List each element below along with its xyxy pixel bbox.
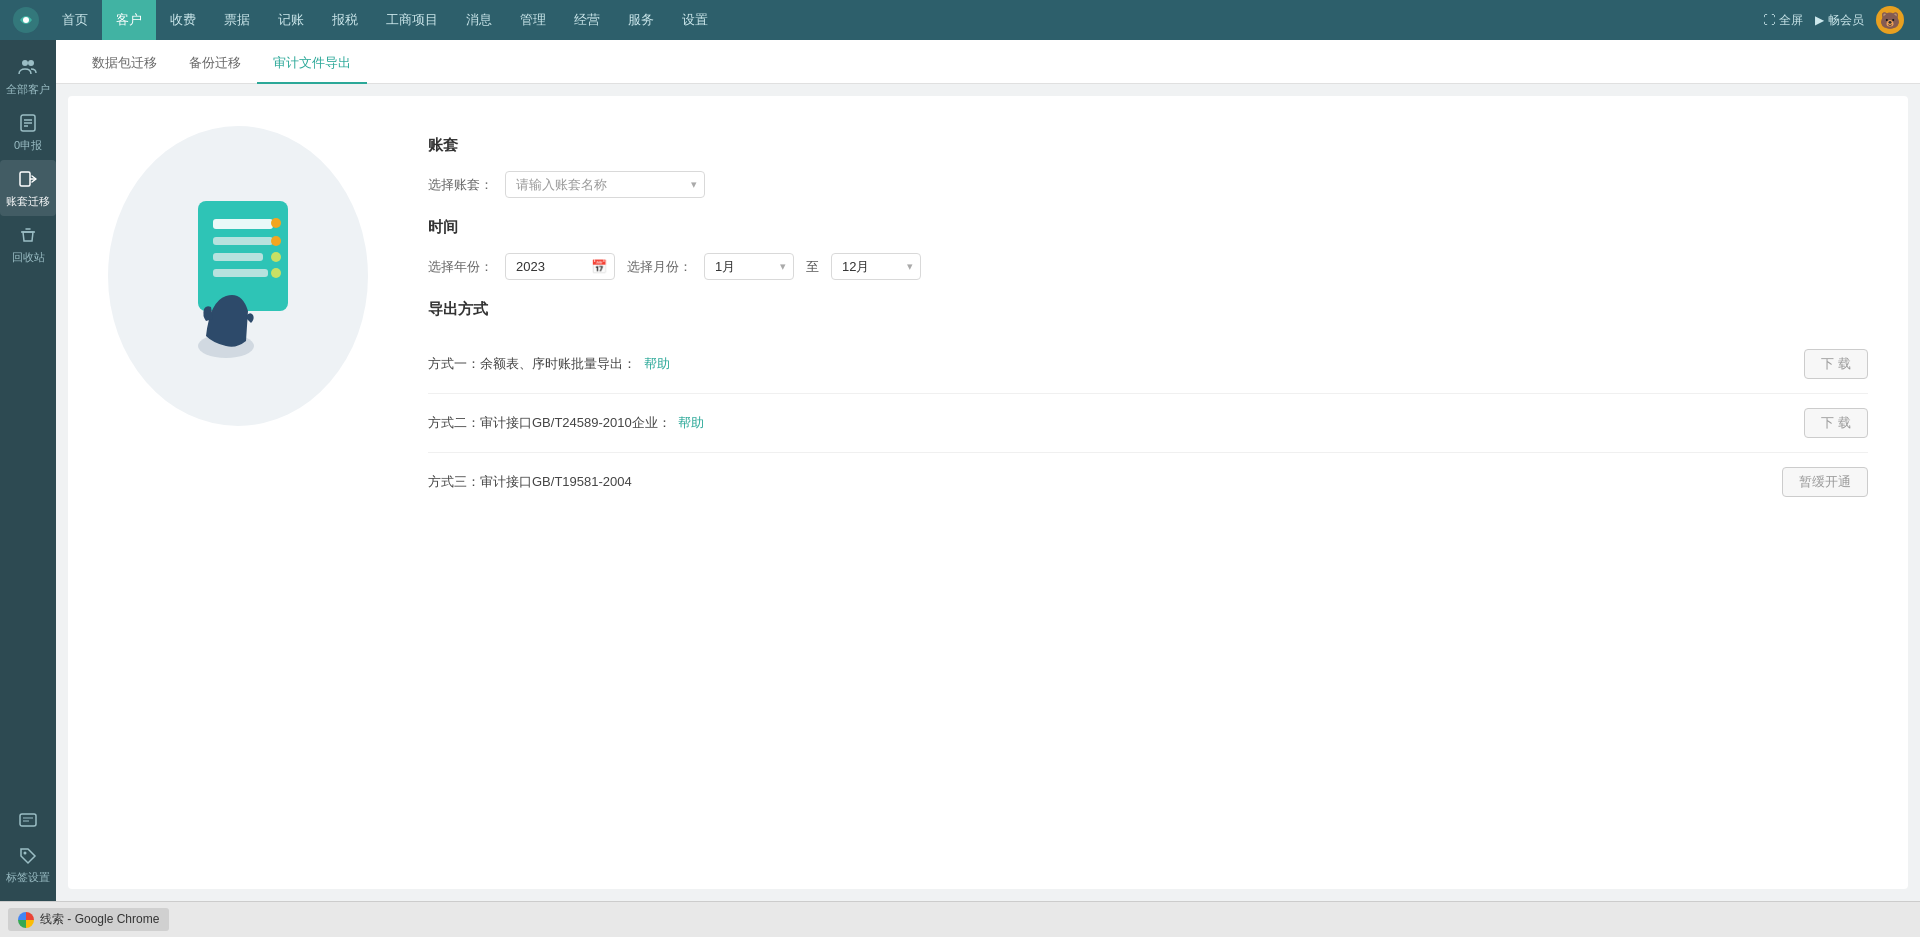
recycle-icon [17,224,39,246]
form-row-time: 选择年份： 2023 📅 选择月份： 1月 2月 3月 4月 [428,253,1868,280]
page-content: 账套 选择账套： 请输入账套名称 ▾ 时间 选择年份： [68,96,1908,889]
tab-bar: 数据包迁移 备份迁移 审计文件导出 [56,40,1920,84]
sidebar-item-account-migrate[interactable]: 账套迁移 [0,160,56,216]
month-end-wrap: 1月 2月 3月 4月 5月 6月 7月 8月 9月 10月 11月 [831,253,921,280]
svg-point-3 [28,60,34,66]
svg-rect-8 [20,172,30,186]
method-2-help-link[interactable]: 帮助 [678,415,704,430]
member-icon: ▶ [1815,13,1824,27]
sidebar-item-message-bottom[interactable] [18,802,38,838]
member-button[interactable]: ▶ 畅会员 [1815,12,1864,29]
nav-message[interactable]: 消息 [452,0,506,40]
month-start-select[interactable]: 1月 2月 3月 4月 5月 6月 7月 8月 9月 10月 11月 [704,253,794,280]
sidebar-item-tag-settings[interactable]: 标签设置 [6,842,50,889]
tab-backup-migrate[interactable]: 备份迁移 [173,44,257,84]
nav-bookkeeping[interactable]: 记账 [264,0,318,40]
top-nav-right: ⛶ 全屏 ▶ 畅会员 🐻 [1763,6,1920,34]
svg-point-2 [22,60,28,66]
export-methods: 方式一：余额表、序时账批量导出： 帮助 下 载 方式二：审计接口GB/T2458… [428,335,1868,511]
nav-billing[interactable]: 收费 [156,0,210,40]
method-3-label: 方式三：审计接口GB/T19581-2004 [428,473,1766,491]
account-migrate-icon [17,168,39,190]
taskbar: 线索 - Google Chrome [0,901,1920,937]
method-2-label: 方式二：审计接口GB/T24589-2010企业： 帮助 [428,414,1788,432]
year-input[interactable]: 2023 [505,253,615,280]
svg-point-21 [271,268,281,278]
member-label: 畅会员 [1828,12,1864,29]
sidebar-item-all-customers[interactable]: 全部客户 [0,48,56,104]
sidebar-label-account-migrate: 账套迁移 [6,194,50,209]
svg-rect-14 [213,219,273,229]
tab-data-migrate[interactable]: 数据包迁移 [76,44,173,84]
label-select-month: 选择月份： [627,258,692,276]
sidebar: 全部客户 0申报 账套迁移 [0,40,56,901]
form-row-account: 选择账套： 请输入账套名称 ▾ [428,171,1868,198]
svg-point-19 [271,236,281,246]
method-1-label: 方式一：余额表、序时账批量导出： 帮助 [428,355,1788,373]
label-select-account: 选择账套： [428,176,493,194]
export-method-row-2: 方式二：审计接口GB/T24589-2010企业： 帮助 下 载 [428,394,1868,453]
app-logo [8,2,44,38]
method-2-download-button[interactable]: 下 载 [1804,408,1868,438]
sidebar-label-recycle: 回收站 [12,250,45,265]
sidebar-label-zero-declare: 0申报 [14,138,42,153]
svg-point-12 [24,852,27,855]
nav-operation[interactable]: 经营 [560,0,614,40]
chrome-icon [18,912,34,928]
sidebar-label-all-customers: 全部客户 [6,82,50,97]
month-start-wrap: 1月 2月 3月 4月 5月 6月 7月 8月 9月 10月 11月 [704,253,794,280]
month-end-select[interactable]: 1月 2月 3月 4月 5月 6月 7月 8月 9月 10月 11月 [831,253,921,280]
form-area: 账套 选择账套： 请输入账套名称 ▾ 时间 选择年份： [428,126,1868,511]
nav-home[interactable]: 首页 [48,0,102,40]
content-area: 数据包迁移 备份迁移 审计文件导出 [56,40,1920,901]
nav-settings[interactable]: 设置 [668,0,722,40]
export-layout: 账套 选择账套： 请输入账套名称 ▾ 时间 选择年份： [108,126,1868,526]
nav-tax[interactable]: 报税 [318,0,372,40]
section-export-title: 导出方式 [428,300,1868,319]
main-layout: 全部客户 0申报 账套迁移 [0,40,1920,901]
all-customers-icon [17,56,39,78]
account-select[interactable]: 请输入账套名称 [505,171,705,198]
to-label: 至 [806,258,819,276]
sidebar-item-recycle[interactable]: 回收站 [0,216,56,272]
svg-point-1 [23,17,29,23]
method-1-help-link[interactable]: 帮助 [644,356,670,371]
fullscreen-button[interactable]: ⛶ 全屏 [1763,12,1803,29]
method-1-download-button[interactable]: 下 载 [1804,349,1868,379]
export-method-row-3: 方式三：审计接口GB/T19581-2004 暂缓开通 [428,453,1868,511]
account-select-wrap: 请输入账套名称 ▾ [505,171,705,198]
method-3-coming-soon-button[interactable]: 暂缓开通 [1782,467,1868,497]
svg-rect-17 [213,269,268,277]
section-account-title: 账套 [428,136,1868,155]
svg-rect-15 [213,237,273,245]
svg-point-18 [271,218,281,228]
avatar[interactable]: 🐻 [1876,6,1904,34]
nav-manage[interactable]: 管理 [506,0,560,40]
year-input-wrap: 2023 📅 [505,253,615,280]
export-method-row-1: 方式一：余额表、序时账批量导出： 帮助 下 载 [428,335,1868,394]
label-select-year: 选择年份： [428,258,493,276]
nav-business[interactable]: 工商项目 [372,0,452,40]
tab-audit-export[interactable]: 审计文件导出 [257,44,367,84]
nav-customer[interactable]: 客户 [102,0,156,40]
taskbar-chrome-item[interactable]: 线索 - Google Chrome [8,908,169,931]
svg-point-20 [271,252,281,262]
nav-items: 首页 客户 收费 票据 记账 报税 工商项目 消息 管理 经营 服务 设置 [48,0,1763,40]
nav-invoice[interactable]: 票据 [210,0,264,40]
sidebar-bottom: 标签设置 [6,802,50,901]
sidebar-label-tag-settings: 标签设置 [6,870,50,885]
top-nav: 首页 客户 收费 票据 记账 报税 工商项目 消息 管理 经营 服务 设置 ⛶ … [0,0,1920,40]
svg-rect-16 [213,253,263,261]
svg-rect-11 [20,814,36,826]
nav-service[interactable]: 服务 [614,0,668,40]
sidebar-item-zero-declare[interactable]: 0申报 [0,104,56,160]
illustration [108,126,368,426]
zero-declare-icon [17,112,39,134]
section-time-title: 时间 [428,218,1868,237]
fullscreen-label: 全屏 [1779,12,1803,29]
taskbar-item-label: 线索 - Google Chrome [40,911,159,928]
fullscreen-icon: ⛶ [1763,13,1775,27]
